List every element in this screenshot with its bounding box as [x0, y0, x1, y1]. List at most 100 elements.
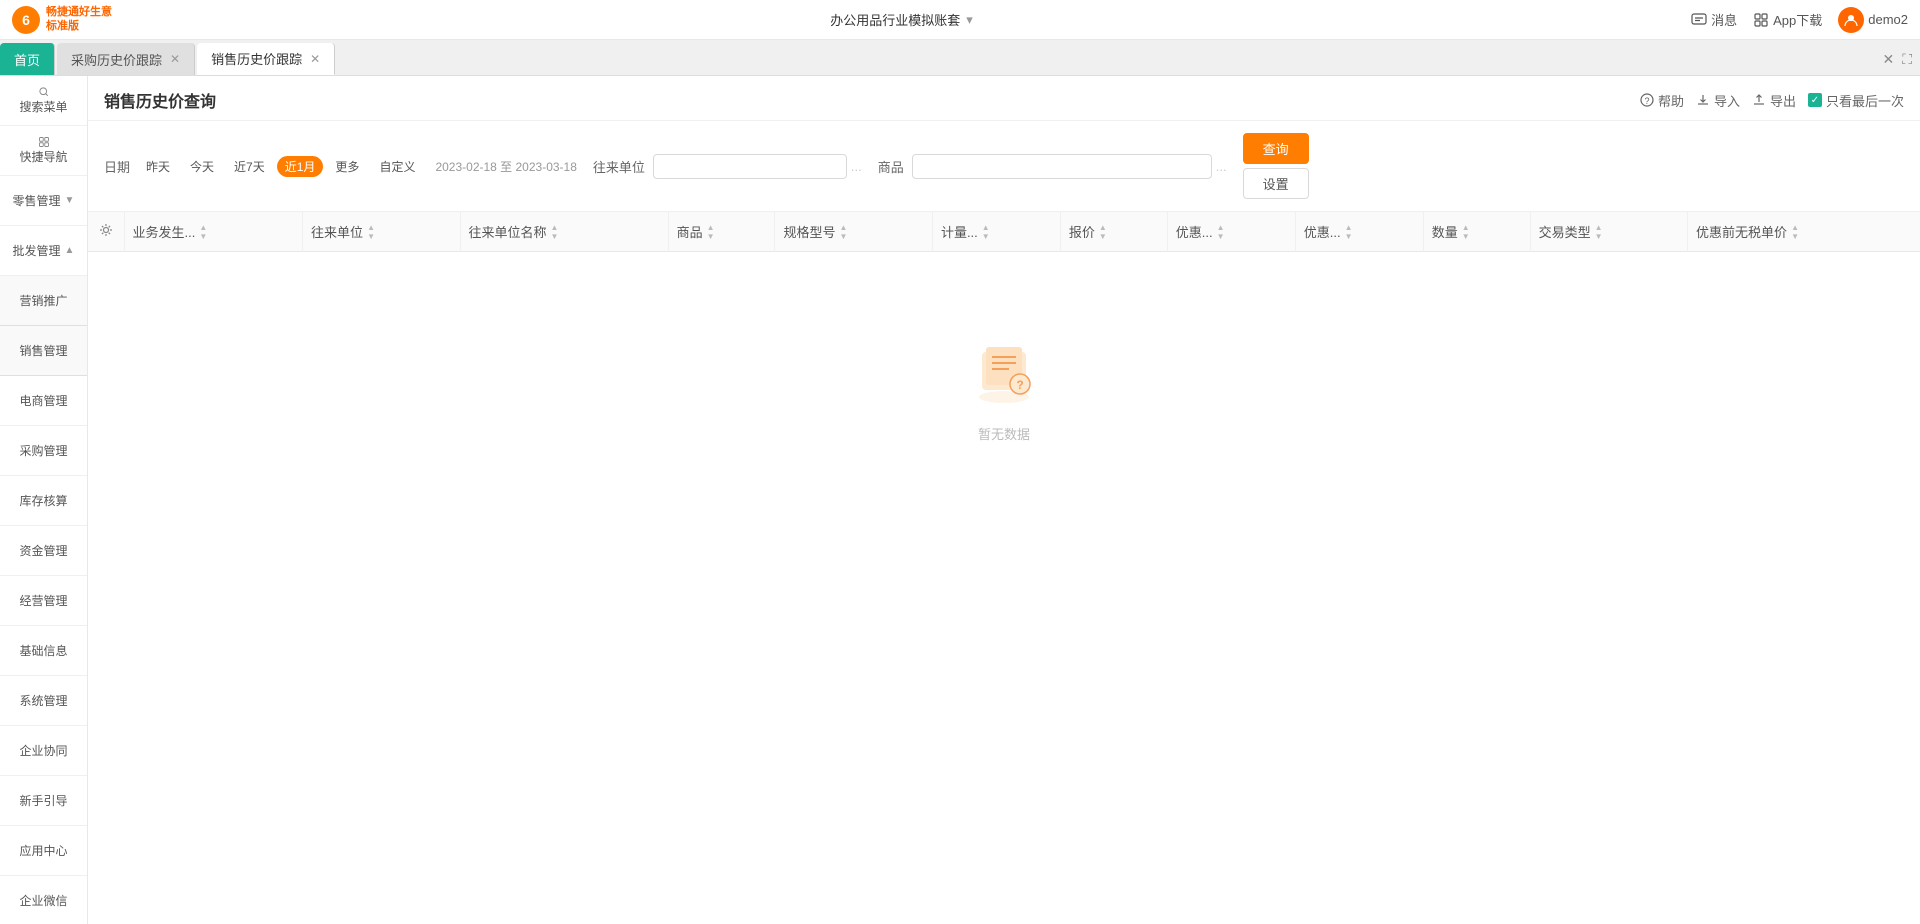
top-bar-left: 6 畅捷通好生意 标准版 [12, 6, 112, 34]
th-spec[interactable]: 规格型号 ▲▼ [775, 212, 932, 252]
sidebar-item-finance[interactable]: 资金管理 [0, 526, 87, 576]
customer-filter-input[interactable] [653, 154, 847, 179]
svg-text:6: 6 [22, 12, 30, 28]
date-opt-yesterday[interactable]: 昨天 [138, 156, 178, 177]
th-quote[interactable]: 报价 ▲▼ [1060, 212, 1167, 252]
sidebar-item-sales-mgmt[interactable]: 销售管理 [0, 326, 87, 376]
wholesale-mgmt-caret: ▲ [65, 245, 75, 256]
sidebar-item-enterprise-wechat[interactable]: 企业微信 [0, 876, 87, 924]
date-opt-more[interactable]: 更多 [327, 156, 367, 177]
th-discount2[interactable]: 优惠... ▲▼ [1295, 212, 1423, 252]
username-label: demo2 [1868, 12, 1908, 27]
only-last-checkbox-label[interactable]: ✓ 只看最后一次 [1808, 91, 1904, 110]
sidebar-item-retail-mgmt[interactable]: 零售管理 ▼ [0, 176, 87, 226]
th-partner-name[interactable]: 往来单位名称 ▲▼ [460, 212, 668, 252]
sidebar-item-inventory[interactable]: 库存核算 [0, 476, 87, 526]
tab-close-all-icon[interactable]: ✕ [1882, 51, 1894, 68]
date-options: 昨天 今天 近7天 近1月 更多 自定义 [138, 156, 423, 177]
product-filter-input[interactable] [912, 154, 1212, 179]
th-biz-date[interactable]: 业务发生... ▲▼ [124, 212, 303, 252]
sidebar-item-system[interactable]: 系统管理 [0, 676, 87, 726]
import-icon [1696, 93, 1710, 107]
sidebar-item-basic-info[interactable]: 基础信息 [0, 626, 87, 676]
date-opt-custom[interactable]: 自定义 [371, 156, 423, 177]
th-unit[interactable]: 计量... ▲▼ [932, 212, 1060, 252]
sidebar-item-new-user-guide[interactable]: 新手引导 [0, 776, 87, 826]
sidebar-item-quick-nav[interactable]: 快捷导航 [0, 126, 87, 176]
sort-arrows-unit: ▲▼ [982, 223, 990, 241]
export-action[interactable]: 导出 [1752, 91, 1796, 110]
th-quantity[interactable]: 数量 ▲▼ [1423, 212, 1530, 252]
sidebar-item-app-center[interactable]: 应用中心 [0, 826, 87, 876]
th-trade-type[interactable]: 交易类型 ▲▼ [1530, 212, 1687, 252]
tab-sales-history[interactable]: 销售历史价跟踪 ✕ [197, 43, 335, 75]
customer-filter-label: 往来单位 [593, 157, 645, 176]
workspace-selector[interactable]: 办公用品行业模拟账套 ▾ [830, 10, 973, 29]
tab-home[interactable]: 首页 [0, 43, 55, 75]
th-partner-code[interactable]: 往来单位 ▲▼ [303, 212, 460, 252]
sidebar-item-enterprise-coop[interactable]: 企业协同 [0, 726, 87, 776]
sidebar-item-purchase-label: 采购管理 [19, 442, 67, 459]
th-pretax-price[interactable]: 优惠前无税单价 ▲▼ [1688, 212, 1920, 252]
page-header: 销售历史价查询 ? 帮助 导入 [88, 76, 1920, 121]
tab-fullscreen-icon[interactable]: ⛶ [1902, 51, 1912, 68]
sidebar-item-operations[interactable]: 经营管理 [0, 576, 87, 626]
sidebar-item-search-menu[interactable]: 搜索菜单 [0, 76, 87, 126]
only-last-checkbox[interactable]: ✓ [1808, 93, 1822, 107]
sort-arrows-trade-type: ▲▼ [1595, 223, 1603, 241]
sidebar-item-wholesale-mgmt[interactable]: 批发管理 ▲ [0, 226, 87, 276]
logo-text: 畅捷通好生意 标准版 [46, 6, 112, 32]
sidebar-item-operations-label: 经营管理 [19, 592, 67, 609]
sort-arrows-partner-code: ▲▼ [367, 223, 375, 241]
tab-sales-history-close[interactable]: ✕ [310, 52, 320, 66]
product-filter-group: 商品 ... [878, 154, 1227, 179]
main-layout: 搜索菜单 快捷导航 零售管理 ▼ 批发管理 ▲ 营销推广 销售管理 电商管理 [0, 76, 1920, 924]
app-download-action[interactable]: App下载 [1753, 10, 1822, 29]
sidebar-item-ecommerce-label: 电商管理 [19, 392, 67, 409]
logo-icon: 6 [12, 6, 40, 34]
th-gear[interactable] [88, 212, 124, 252]
customer-ellipsis-btn[interactable]: ... [851, 159, 862, 174]
table-area: 业务发生... ▲▼ 往来单位 ▲▼ 往来单位名 [88, 212, 1920, 924]
date-range-display: 2023-02-18 至 2023-03-18 [435, 158, 576, 175]
date-opt-last7days[interactable]: 近7天 [226, 156, 273, 177]
import-action[interactable]: 导入 [1696, 91, 1740, 110]
only-last-label: 只看最后一次 [1826, 91, 1904, 110]
product-ellipsis-btn[interactable]: ... [1216, 159, 1227, 174]
export-icon [1752, 93, 1766, 107]
sidebar-item-enterprise-wechat-label: 企业微信 [19, 892, 67, 909]
date-opt-today[interactable]: 今天 [182, 156, 222, 177]
settings-button[interactable]: 设置 [1243, 168, 1309, 199]
sidebar-item-purchase[interactable]: 采购管理 [0, 426, 87, 476]
sort-arrows-spec: ▲▼ [839, 223, 847, 241]
gear-icon [99, 223, 113, 237]
sidebar-item-inventory-label: 库存核算 [19, 492, 67, 509]
svg-text:?: ? [1644, 96, 1649, 106]
th-product[interactable]: 商品 ▲▼ [668, 212, 775, 252]
message-action[interactable]: 消息 [1691, 10, 1737, 29]
date-filter-group: 日期 昨天 今天 近7天 近1月 更多 自定义 2023-02-18 至 202… [104, 156, 577, 177]
user-avatar-area[interactable]: demo2 [1838, 7, 1908, 33]
sidebar-item-quick-nav-label: 快捷导航 [19, 148, 67, 165]
query-button[interactable]: 查询 [1243, 133, 1309, 164]
help-action[interactable]: ? 帮助 [1640, 91, 1684, 110]
sidebar-item-search-menu-label: 搜索菜单 [19, 98, 67, 115]
data-table: 业务发生... ▲▼ 往来单位 ▲▼ 往来单位名 [88, 212, 1920, 252]
content-area: 销售历史价查询 ? 帮助 导入 [88, 76, 1920, 924]
tab-bar: 首页 采购历史价跟踪 ✕ 销售历史价跟踪 ✕ ✕ ⛶ [0, 40, 1920, 76]
date-filter-label: 日期 [104, 157, 130, 176]
tab-purchase-history[interactable]: 采购历史价跟踪 ✕ [57, 43, 195, 75]
sort-arrows-biz-date: ▲▼ [199, 223, 207, 241]
sidebar-item-marketing-label: 营销推广 [19, 292, 67, 309]
workspace-dropdown-icon[interactable]: ▾ [966, 12, 973, 28]
sort-arrows-pretax-price: ▲▼ [1791, 223, 1799, 241]
sidebar-item-ecommerce[interactable]: 电商管理 [0, 376, 87, 426]
tab-purchase-history-close[interactable]: ✕ [170, 52, 180, 66]
sort-arrows-quote: ▲▼ [1099, 223, 1107, 241]
sidebar-item-finance-label: 资金管理 [19, 542, 67, 559]
date-opt-last1month[interactable]: 近1月 [277, 156, 324, 177]
sidebar-item-marketing[interactable]: 营销推广 [0, 276, 87, 326]
avatar [1838, 7, 1864, 33]
page-header-actions: ? 帮助 导入 导出 [1640, 91, 1904, 110]
th-discount1[interactable]: 优惠... ▲▼ [1167, 212, 1295, 252]
